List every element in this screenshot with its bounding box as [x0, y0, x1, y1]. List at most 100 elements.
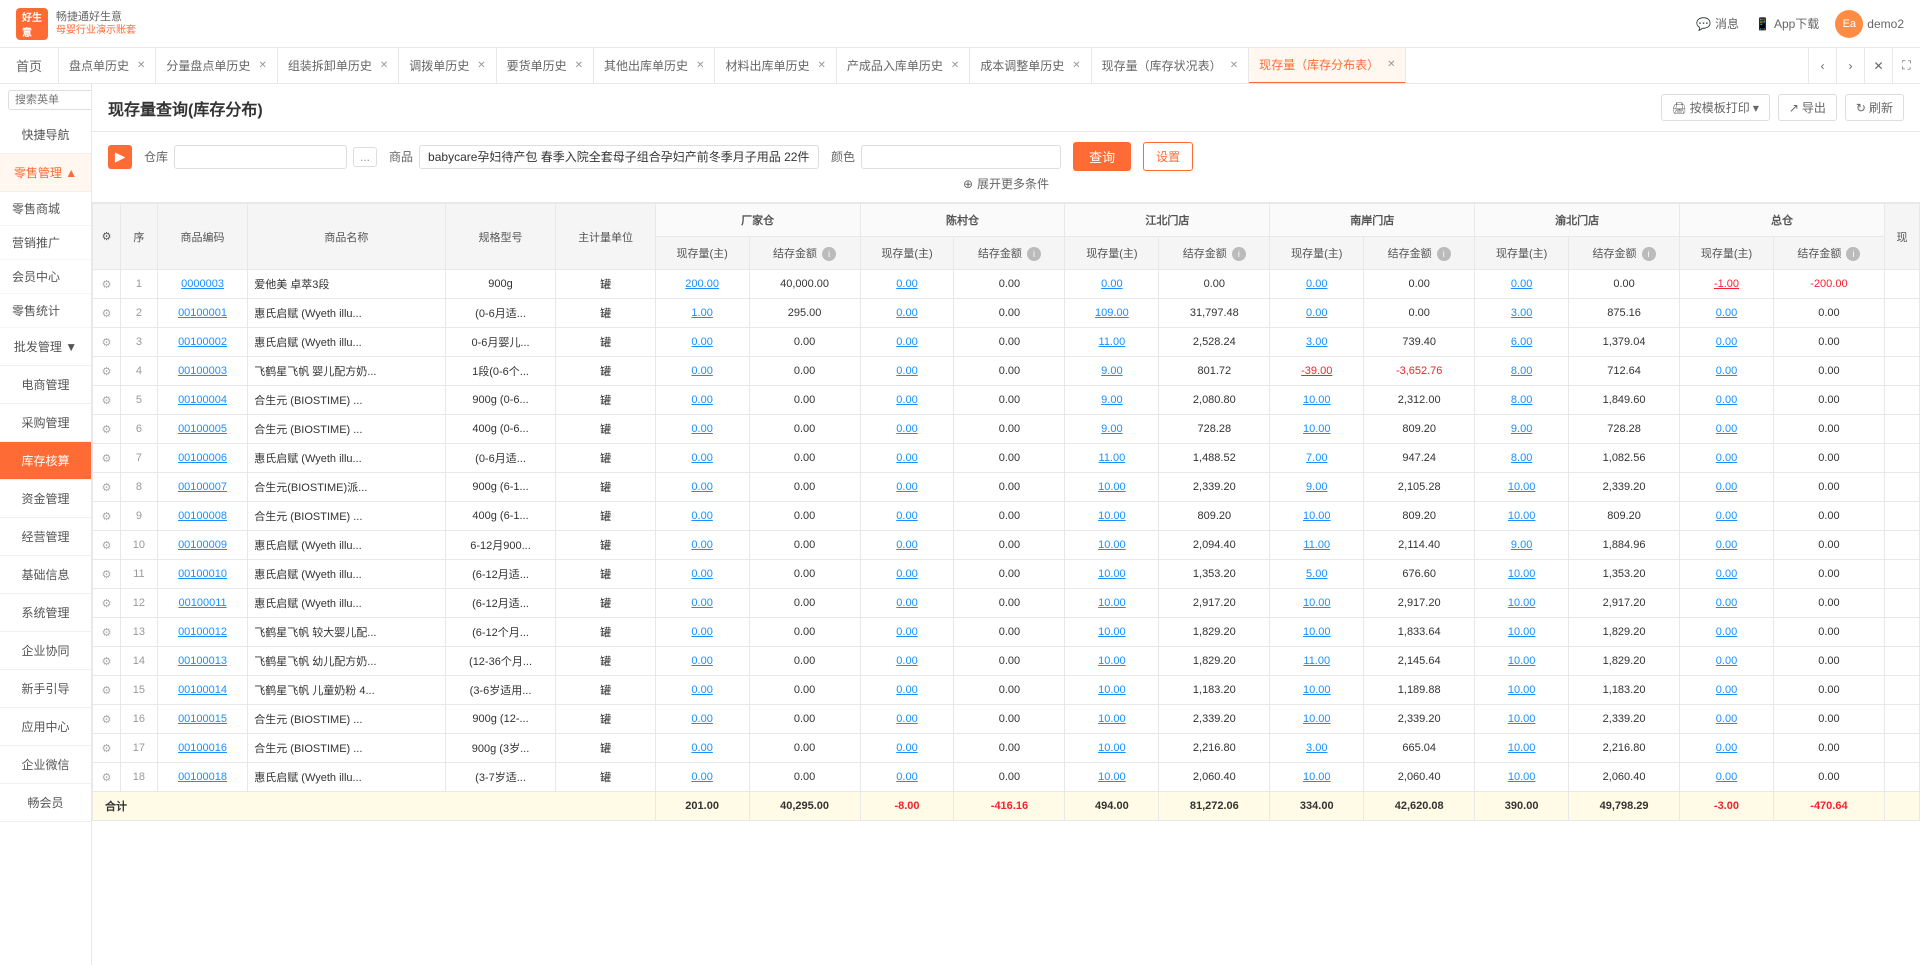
cell-code[interactable]: 00100011: [157, 589, 247, 618]
cell-gear[interactable]: ⚙: [93, 386, 121, 415]
cell-y-qty[interactable]: 10.00: [1475, 473, 1569, 502]
cell-y-qty[interactable]: 9.00: [1475, 415, 1569, 444]
cell-gear[interactable]: ⚙: [93, 589, 121, 618]
cell-gear[interactable]: ⚙: [93, 299, 121, 328]
cell-code[interactable]: 00100005: [157, 415, 247, 444]
cell-j-qty[interactable]: 10.00: [1065, 647, 1159, 676]
cell-c-qty[interactable]: 0.00: [860, 647, 954, 676]
cell-c-qty[interactable]: 0.00: [860, 473, 954, 502]
cell-f-qty[interactable]: 0.00: [655, 618, 749, 647]
cell-n-qty[interactable]: 10.00: [1270, 676, 1364, 705]
cell-code[interactable]: 00100013: [157, 647, 247, 676]
cell-c-qty[interactable]: 0.00: [860, 328, 954, 357]
cell-gear[interactable]: ⚙: [93, 415, 121, 444]
cell-j-qty[interactable]: 10.00: [1065, 589, 1159, 618]
search-input[interactable]: [8, 90, 92, 110]
nav-tab-2[interactable]: 组装拆卸单历史✕: [278, 48, 399, 84]
filter-toggle-btn[interactable]: ▶: [108, 145, 132, 169]
cell-n-qty[interactable]: 3.00: [1270, 734, 1364, 763]
btn-setting[interactable]: 设置: [1143, 142, 1193, 171]
cell-f-qty[interactable]: 0.00: [655, 415, 749, 444]
cell-n-qty[interactable]: 9.00: [1270, 473, 1364, 502]
nav-expand[interactable]: ⛶: [1892, 48, 1920, 84]
nav-tab-5[interactable]: 其他出库单历史✕: [594, 48, 715, 84]
sidebar-item-operation[interactable]: 经营管理: [0, 518, 91, 556]
cell-code[interactable]: 00100007: [157, 473, 247, 502]
sidebar-item-finance[interactable]: 资金管理: [0, 480, 91, 518]
cell-t-qty[interactable]: 0.00: [1680, 618, 1774, 647]
cell-f-qty[interactable]: 0.00: [655, 473, 749, 502]
cell-t-qty[interactable]: 0.00: [1680, 444, 1774, 473]
cell-t-qty[interactable]: 0.00: [1680, 328, 1774, 357]
sidebar-item-basic[interactable]: 基础信息: [0, 556, 91, 594]
cell-n-qty[interactable]: 11.00: [1270, 531, 1364, 560]
nav-tab-6[interactable]: 材料出库单历史✕: [715, 48, 836, 84]
warehouse-input[interactable]: [174, 145, 347, 169]
warehouse-ellipsis[interactable]: ...: [353, 147, 377, 167]
cell-t-qty[interactable]: 0.00: [1680, 299, 1774, 328]
close-tab-5[interactable]: ✕: [696, 60, 704, 71]
cell-t-qty[interactable]: 0.00: [1680, 734, 1774, 763]
cell-y-qty[interactable]: 10.00: [1475, 763, 1569, 792]
cell-j-qty[interactable]: 10.00: [1065, 763, 1159, 792]
nav-close-all[interactable]: ✕: [1864, 48, 1892, 84]
cell-c-qty[interactable]: 0.00: [860, 502, 954, 531]
cell-n-qty[interactable]: 0.00: [1270, 270, 1364, 299]
cell-t-qty[interactable]: 0.00: [1680, 676, 1774, 705]
sidebar-item-member2[interactable]: 畅会员: [0, 784, 91, 822]
goods-input[interactable]: [419, 145, 819, 169]
sidebar-subitem-retail-shop[interactable]: 零售商城: [0, 192, 91, 226]
cell-code[interactable]: 00100003: [157, 357, 247, 386]
nav-tab-4[interactable]: 要货单历史✕: [497, 48, 594, 84]
cell-n-qty[interactable]: 11.00: [1270, 647, 1364, 676]
cell-gear[interactable]: ⚙: [93, 502, 121, 531]
cell-code[interactable]: 00100014: [157, 676, 247, 705]
cell-f-qty[interactable]: 200.00: [655, 270, 749, 299]
cell-y-qty[interactable]: 10.00: [1475, 676, 1569, 705]
cell-n-qty[interactable]: 0.00: [1270, 299, 1364, 328]
cell-n-qty[interactable]: 10.00: [1270, 589, 1364, 618]
cell-gear[interactable]: ⚙: [93, 531, 121, 560]
cell-gear[interactable]: ⚙: [93, 560, 121, 589]
cell-code[interactable]: 00100015: [157, 705, 247, 734]
cell-c-qty[interactable]: 0.00: [860, 618, 954, 647]
sidebar-item-nav[interactable]: 快捷导航: [0, 116, 91, 154]
cell-code[interactable]: 00100016: [157, 734, 247, 763]
cell-gear[interactable]: ⚙: [93, 763, 121, 792]
col-gear[interactable]: ⚙: [93, 204, 121, 270]
cell-j-qty[interactable]: 9.00: [1065, 386, 1159, 415]
cell-c-qty[interactable]: 0.00: [860, 705, 954, 734]
cell-n-qty[interactable]: 10.00: [1270, 763, 1364, 792]
expand-more-btn[interactable]: ⊕ 展开更多条件: [108, 175, 1904, 192]
cell-f-qty[interactable]: 1.00: [655, 299, 749, 328]
cell-n-qty[interactable]: 5.00: [1270, 560, 1364, 589]
cell-t-qty[interactable]: 0.00: [1680, 531, 1774, 560]
cell-c-qty[interactable]: 0.00: [860, 444, 954, 473]
info-icon-y[interactable]: i: [1642, 247, 1656, 261]
cell-c-qty[interactable]: 0.00: [860, 386, 954, 415]
cell-f-qty[interactable]: 0.00: [655, 386, 749, 415]
nav-home[interactable]: 首页: [0, 48, 59, 84]
cell-j-qty[interactable]: 10.00: [1065, 473, 1159, 502]
btn-refresh[interactable]: ↻ 刷新: [1845, 94, 1904, 121]
table-container[interactable]: ⚙ 序 商品编码 商品名称 规格型号 主计量单位 厂家仓 陈村仓 江北门店 南岸…: [92, 203, 1920, 965]
cell-j-qty[interactable]: 10.00: [1065, 734, 1159, 763]
cell-t-qty[interactable]: 0.00: [1680, 502, 1774, 531]
cell-t-qty[interactable]: 0.00: [1680, 386, 1774, 415]
sidebar-item-guide[interactable]: 新手引导: [0, 670, 91, 708]
cell-code[interactable]: 00100004: [157, 386, 247, 415]
sidebar-item-wechat[interactable]: 企业微信: [0, 746, 91, 784]
cell-t-qty[interactable]: 0.00: [1680, 415, 1774, 444]
nav-tab-0[interactable]: 盘点单历史✕: [59, 48, 156, 84]
cell-c-qty[interactable]: 0.00: [860, 270, 954, 299]
info-icon-t[interactable]: i: [1846, 247, 1860, 261]
cell-t-qty[interactable]: 0.00: [1680, 647, 1774, 676]
cell-code[interactable]: 00100001: [157, 299, 247, 328]
nav-tab-3[interactable]: 调拨单历史✕: [399, 48, 496, 84]
sidebar-item-system[interactable]: 系统管理: [0, 594, 91, 632]
cell-f-qty[interactable]: 0.00: [655, 444, 749, 473]
cell-f-qty[interactable]: 0.00: [655, 763, 749, 792]
cell-j-qty[interactable]: 10.00: [1065, 705, 1159, 734]
cell-gear[interactable]: ⚙: [93, 676, 121, 705]
nav-tab-7[interactable]: 产成品入库单历史✕: [837, 48, 970, 84]
